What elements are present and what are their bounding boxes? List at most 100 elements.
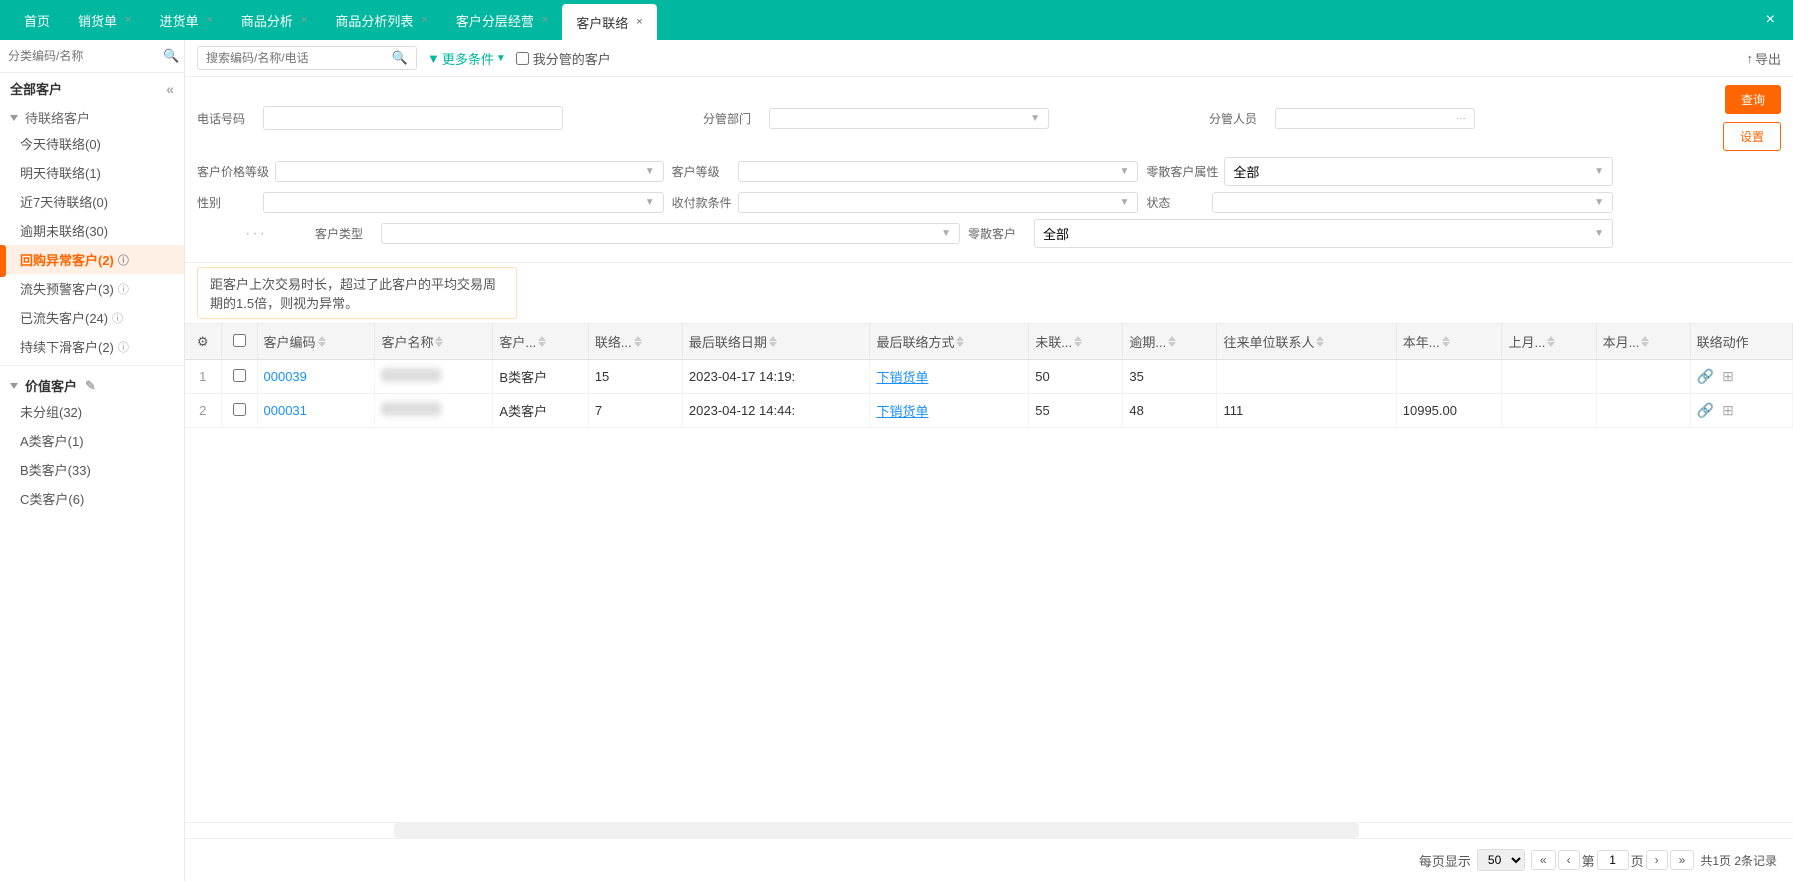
sidebar-item-7days[interactable]: 近7天待联络(0) <box>0 187 184 216</box>
th-name[interactable]: 客户名称 <box>375 324 493 360</box>
th-contact[interactable]: 联络... <box>588 324 682 360</box>
prev-page-button[interactable]: ‹ <box>1558 850 1580 870</box>
sidebar-item-c-class[interactable]: C类客户(6) <box>0 484 184 513</box>
sidebar-collapse-icon[interactable]: « <box>166 81 174 97</box>
th-this-year[interactable]: 本年... <box>1396 324 1502 360</box>
select-all-checkbox[interactable] <box>233 334 246 347</box>
th-checkbox[interactable] <box>221 324 257 360</box>
page-size-select[interactable]: 50 <box>1477 849 1525 871</box>
sidebar-item-already-lost[interactable]: 已流失客户(24) ⓘ <box>0 303 184 332</box>
sidebar-item-repurchase-abnormal[interactable]: 回购异常客户(2) ⓘ <box>0 245 184 274</box>
last-page-button[interactable]: » <box>1670 850 1695 870</box>
row-checkbox-2[interactable] <box>221 394 257 428</box>
export-button[interactable]: ↑ 导出 <box>1746 49 1781 68</box>
sidebar-group-value[interactable]: 价值客户 ✎ <box>0 370 184 397</box>
th-last-month[interactable]: 上月... <box>1502 324 1596 360</box>
row-checkbox-1[interactable] <box>221 360 257 394</box>
next-page-button[interactable]: › <box>1646 850 1668 870</box>
row-1-link-icon[interactable]: 🔗 <box>1697 368 1714 385</box>
nav-tab-purchase[interactable]: 进货单 × <box>145 0 226 40</box>
payment-select[interactable]: ▼ <box>738 192 1139 213</box>
repurchase-info-icon: ⓘ <box>118 252 129 268</box>
top-nav: 首页 销货单 × 进货单 × 商品分析 × 商品分析列表 × 客户分层经营 × … <box>0 0 1793 40</box>
row-1-checkbox[interactable] <box>233 369 246 382</box>
my-customers-check[interactable] <box>516 52 529 65</box>
th-last-date[interactable]: 最后联络日期 <box>682 324 870 360</box>
window-close-button[interactable]: × <box>1758 11 1783 29</box>
sidebar-search-icon[interactable]: 🔍 <box>163 48 179 64</box>
row-2-checkbox[interactable] <box>233 403 246 416</box>
table-header-row: ⚙ 客户编码 客户名称 <box>185 324 1793 360</box>
tooltip-area: 距客户上次交易时长，超过了此客户的平均交易周期的1.5倍，则视为异常。 <box>185 263 1793 324</box>
more-conditions-button[interactable]: ▼ 更多条件 ▼ <box>427 49 506 68</box>
sidebar-search-area: 🔍 <box>0 40 184 73</box>
gender-select[interactable]: ▼ <box>263 192 664 213</box>
customer-level-select[interactable]: ▼ <box>738 161 1139 182</box>
table-row: 2 000031 A类客户 7 2023-04-12 14:44: 下销货单 5… <box>185 394 1793 428</box>
row-2-qr-icon[interactable]: ⊞ <box>1722 402 1734 419</box>
nav-tab-customer-segment[interactable]: 客户分层经营 × <box>442 0 562 40</box>
sidebar-all-customers[interactable]: 全部客户 « <box>0 73 184 104</box>
price-level-select[interactable]: ▼ <box>275 161 664 182</box>
nav-tab-customer-contact[interactable]: 客户联络 × <box>562 4 656 40</box>
sidebar-item-continuous-down[interactable]: 持续下滑客户(2) ⓘ <box>0 332 184 361</box>
first-page-button[interactable]: « <box>1531 850 1556 870</box>
sidebar-item-b-class[interactable]: B类客户(33) <box>0 455 184 484</box>
row-code-2[interactable]: 000031 <box>257 394 375 428</box>
phone-input[interactable] <box>263 106 563 130</box>
nav-tab-home[interactable]: 首页 <box>10 0 64 40</box>
th-related-contact[interactable]: 往来单位联系人 <box>1217 324 1396 360</box>
manager-select[interactable]: ··· <box>1275 108 1475 129</box>
horizontal-scrollbar[interactable] <box>185 822 1793 838</box>
filter-row-1: 电话号码 分管部门 ▼ 分管人员 ··· <box>197 85 1781 151</box>
query-button[interactable]: 查询 <box>1725 85 1781 114</box>
nav-tab-sales[interactable]: 销货单 × <box>64 0 145 40</box>
sidebar-search-input[interactable] <box>8 49 163 63</box>
settings-button[interactable]: 设置 <box>1723 122 1781 151</box>
th-uncontacted[interactable]: 未联... <box>1029 324 1123 360</box>
row-name-2[interactable] <box>375 394 493 428</box>
customer-type-select[interactable]: ▼ <box>381 223 960 244</box>
close-analysis-icon[interactable]: × <box>301 14 307 26</box>
sidebar-item-a-class[interactable]: A类客户(1) <box>0 426 184 455</box>
filter-price-level: 客户价格等级 ▼ <box>197 161 664 182</box>
sidebar-item-ungrouped[interactable]: 未分组(32) <box>0 397 184 426</box>
sidebar-item-today[interactable]: 今天待联络(0) <box>0 129 184 158</box>
dept-chevron-icon: ▼ <box>1030 113 1040 124</box>
row-2-link-icon[interactable]: 🔗 <box>1697 402 1714 419</box>
search-icon[interactable]: 🔍 <box>392 50 408 66</box>
row-last-month-1 <box>1502 360 1596 394</box>
dept-select[interactable]: ▼ <box>769 108 1049 129</box>
th-last-method[interactable]: 最后联络方式 <box>870 324 1029 360</box>
sidebar-item-lost-preview[interactable]: 流失预警客户(3) ⓘ <box>0 274 184 303</box>
sidebar-item-tomorrow[interactable]: 明天待联络(1) <box>0 158 184 187</box>
nav-tab-analysis[interactable]: 商品分析 × <box>227 0 321 40</box>
close-purchase-icon[interactable]: × <box>206 14 212 26</box>
close-segment-icon[interactable]: × <box>542 14 548 26</box>
th-code[interactable]: 客户编码 <box>257 324 375 360</box>
th-level[interactable]: 客户... <box>493 324 588 360</box>
status-select[interactable]: ▼ <box>1212 192 1613 213</box>
row-1-qr-icon[interactable]: ⊞ <box>1722 368 1734 385</box>
my-customers-checkbox[interactable]: 我分管的客户 <box>516 49 611 68</box>
th-overdue[interactable]: 逾期... <box>1123 324 1217 360</box>
close-analysis-list-icon[interactable]: × <box>421 14 427 26</box>
row-code-1[interactable]: 000039 <box>257 360 375 394</box>
page-input[interactable] <box>1597 850 1629 870</box>
value-group-edit-icon[interactable]: ✎ <box>85 378 96 394</box>
nav-tab-analysis-list[interactable]: 商品分析列表 × <box>321 0 441 40</box>
retail-customer-select[interactable]: 全部 ▼ <box>1034 219 1613 248</box>
th-settings[interactable]: ⚙ <box>185 324 221 360</box>
row-last-month-2 <box>1502 394 1596 428</box>
close-contact-icon[interactable]: × <box>636 16 642 28</box>
sidebar-item-overdue[interactable]: 逾期未联络(30) <box>0 216 184 245</box>
row-last-method-2[interactable]: 下销货单 <box>870 394 1029 428</box>
search-input[interactable] <box>206 51 388 65</box>
close-sales-icon[interactable]: × <box>125 14 131 26</box>
retail-attr-select[interactable]: 全部 ▼ <box>1224 157 1613 186</box>
row-name-1[interactable] <box>375 360 493 394</box>
th-this-month[interactable]: 本月... <box>1596 324 1690 360</box>
sidebar-group-pending[interactable]: 待联络客户 <box>0 104 184 129</box>
more-filter-dots[interactable]: ··· <box>245 225 267 243</box>
row-last-method-1[interactable]: 下销货单 <box>870 360 1029 394</box>
